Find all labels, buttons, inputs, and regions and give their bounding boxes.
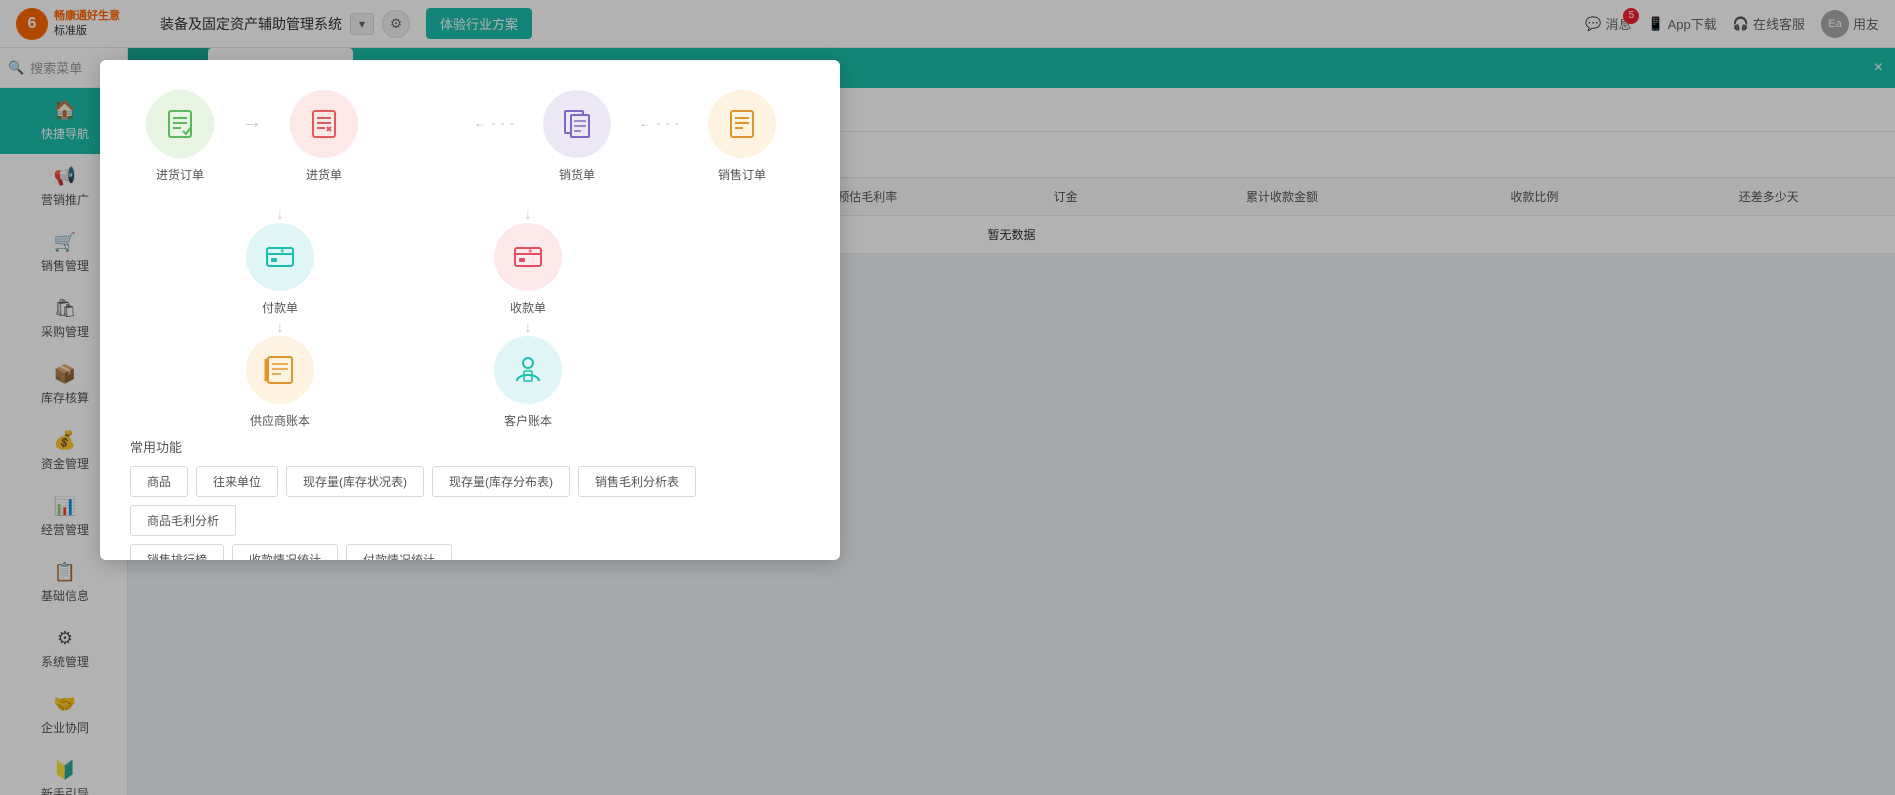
flow-node-purchase-order[interactable]: 进货订单 [130,90,230,183]
quick-btn-contacts[interactable]: 往来单位 [196,466,278,497]
arrow-down-supplier: ↓ [276,320,284,336]
sales-order-label: 销售订单 [718,166,766,183]
flow-row3-spacer [330,320,478,429]
quick-nav-modal: 进货订单 → [128,60,840,560]
flow-node-purchase-bill[interactable]: 进货单 [274,90,374,183]
purchase-order-label: 进货订单 [156,166,204,183]
quick-btn-product[interactable]: 商品 [130,466,188,497]
quick-buttons-row1: 商品 往来单位 现存量(库存状况表) 现存量(库存分布表) 销售毛利分析表 商品… [130,466,810,536]
purchase-order-icon [163,107,197,141]
quick-btn-sales-rank[interactable]: 销售排行榜 [130,544,224,560]
flow-col-supplier-ledger: ↓ [230,320,330,429]
arrow-down-customer: ↓ [524,320,532,336]
flow-col-receipt: ↓ ¥ 收款单 [478,207,578,316]
receipt-icon: ¥ [511,240,545,274]
flow-row2-spacer [330,207,478,316]
svg-text:¥: ¥ [527,246,533,255]
flow-node-supplier-ledger[interactable]: 供应商账本 [230,336,330,429]
modal-overlay: 进货订单 → [128,48,1895,795]
sales-order-circle [708,90,776,158]
arrow-down-payment: ↓ [276,207,284,223]
flow-node-sales-bill[interactable]: 销货单 [527,90,627,183]
main-area: 🔍 搜索菜单 🏠 快捷导航 📢 营销推广 🛒 销售管理 🛍 采购管理 📦 [0,48,1895,795]
sales-bill-icon [560,107,594,141]
arrow-down-receipt: ↓ [524,207,532,223]
receipt-label: 收款单 [510,299,546,316]
payment-label: 付款单 [262,299,298,316]
customer-ledger-label: 客户账本 [504,412,552,429]
quick-btn-sales-profit[interactable]: 销售毛利分析表 [578,466,696,497]
flow-node-payment[interactable]: ¥ 付款单 [230,223,330,316]
quick-btn-payment-stats[interactable]: 付款情况统计 [346,544,452,560]
flow-node-sales-order[interactable]: 销售订单 [692,90,792,183]
payment-icon: ¥ [263,240,297,274]
supplier-ledger-icon [263,353,297,387]
purchase-bill-circle [290,90,358,158]
sales-bill-circle [543,90,611,158]
supplier-ledger-circle [246,336,314,404]
quick-buttons-row2: 销售排行榜 收款情况统计 付款情况统计 [130,544,810,560]
quick-btn-product-profit[interactable]: 商品毛利分析 [130,505,236,536]
flow-row-2-wrapper: ↓ ¥ 付款单 [230,207,810,316]
supplier-ledger-label: 供应商账本 [250,412,310,429]
flow-col-payment: ↓ ¥ 付款单 [230,207,330,316]
app-wrapper: 6 畅康通好生意 标准版 装备及固定资产辅助管理系统 ▾ ⚙ 体验行业方案 💬 … [0,0,1895,795]
dashed-arrow-sales: ← - - - [474,116,515,158]
quick-btn-stock-dist[interactable]: 现存量(库存分布表) [432,466,570,497]
quick-functions: 常用功能 商品 往来单位 现存量(库存状况表) 现存量(库存分布表) 销售毛利分… [130,437,810,560]
sales-order-icon [725,107,759,141]
svg-text:¥: ¥ [279,246,285,255]
quick-btn-stock-status[interactable]: 现存量(库存状况表) [286,466,424,497]
flow-node-customer-ledger[interactable]: 客户账本 [478,336,578,429]
purchase-bill-label: 进货单 [306,166,342,183]
quick-functions-title: 常用功能 [130,437,810,456]
flow-row-1: 进货订单 → [130,90,810,183]
purchase-bill-icon [307,107,341,141]
flow-row-3-wrapper: ↓ [230,320,810,429]
customer-ledger-circle [494,336,562,404]
dashed-arrow-sales-order: ← - - - [639,116,680,158]
payment-circle: ¥ [246,223,314,291]
receipt-circle: ¥ [494,223,562,291]
sales-bill-label: 销货单 [559,166,595,183]
content-area: 🏠 首页 销售订单执行表 × × ❓ 帮助 🖨 [128,48,1895,795]
quick-btn-receipt-stats[interactable]: 收款情况统计 [232,544,338,560]
purchase-order-circle [146,90,214,158]
flow-col-customer-ledger: ↓ 客户账本 [478,320,578,429]
arrow-purchase-to-bill: → [242,111,262,162]
flow-node-receipt[interactable]: ¥ 收款单 [478,223,578,316]
customer-ledger-icon [511,353,545,387]
